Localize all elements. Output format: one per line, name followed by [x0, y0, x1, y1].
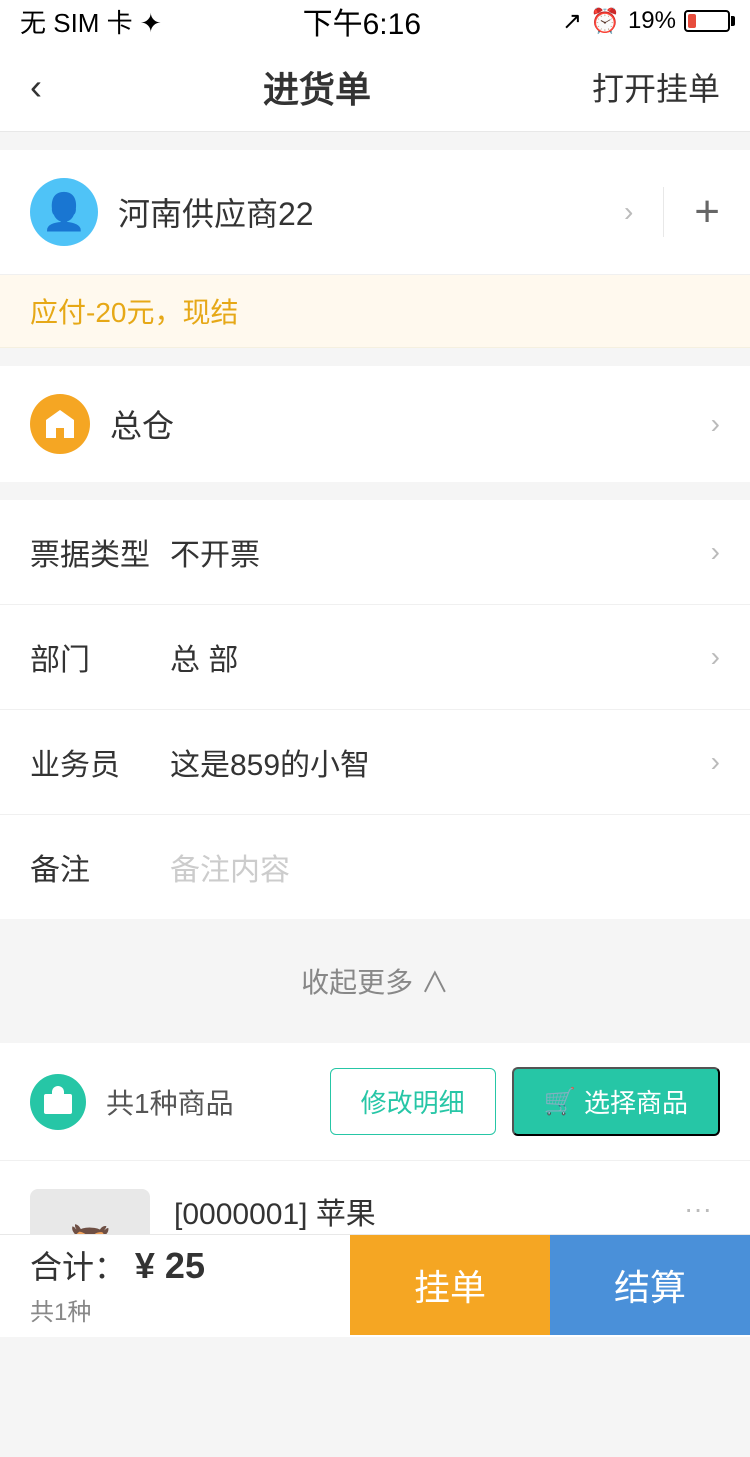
remark-label: 备注 [30, 845, 170, 889]
product-icon [30, 1074, 86, 1130]
battery-icon [684, 10, 730, 32]
product-more-button[interactable]: ··· [676, 1189, 720, 1229]
battery-percent: 19% [628, 7, 676, 35]
supplier-divider [663, 187, 664, 237]
product-title: 苹果 [316, 1198, 376, 1231]
salesman-row[interactable]: 业务员 这是859的小智 › [0, 710, 750, 815]
total-label: 合计： [30, 1249, 126, 1285]
invoice-label: 票据类型 [30, 530, 170, 574]
supplier-chevron-icon: › [624, 196, 633, 228]
warehouse-name: 总仓 [110, 401, 711, 447]
department-row[interactable]: 部门 总 部 › [0, 605, 750, 710]
select-product-label: 选择商品 [584, 1083, 688, 1120]
status-bar: 无 SIM 卡 ✦ 下午6:16 ↗ ⏰ 19% [0, 0, 750, 42]
collapse-button[interactable]: 收起更多 ∧ [0, 937, 750, 1025]
form-section: 票据类型 不开票 › 部门 总 部 › 业务员 这是859的小智 › 备注 备注… [0, 500, 750, 919]
remark-row[interactable]: 备注 备注内容 [0, 815, 750, 919]
warehouse-row[interactable]: 总仓 › [0, 366, 750, 482]
warehouse-icon [30, 394, 90, 454]
status-time: 下午6:16 [303, 0, 421, 43]
product-code: [0000001] [174, 1198, 307, 1231]
warehouse-section: 总仓 › [0, 366, 750, 482]
total-row: 合计： ¥ 25 [30, 1242, 320, 1288]
invoice-chevron-icon: › [711, 536, 720, 568]
back-button[interactable]: ‹ [30, 66, 42, 108]
supplier-row[interactable]: 👤 河南供应商22 › + [0, 150, 750, 275]
salesman-label: 业务员 [30, 740, 170, 784]
modify-detail-button[interactable]: 修改明细 [330, 1068, 496, 1135]
avatar-icon: 👤 [42, 191, 87, 233]
checkout-button[interactable]: 结算 [550, 1235, 750, 1335]
department-label: 部门 [30, 635, 170, 679]
add-supplier-button[interactable]: + [694, 187, 720, 237]
product-count-label: 共1种商品 [106, 1082, 330, 1122]
supplier-section: 👤 河南供应商22 › + 应付-20元，现结 [0, 150, 750, 348]
supplier-name: 河南供应商22 [118, 189, 624, 235]
status-left: 无 SIM 卡 ✦ [20, 3, 162, 40]
invoice-value: 不开票 [170, 530, 711, 574]
supplier-avatar: 👤 [30, 178, 98, 246]
product-name: [0000001] 苹果 [174, 1189, 676, 1233]
total-count: 共1种 [30, 1292, 320, 1327]
open-hang-button[interactable]: 打开挂单 [592, 64, 720, 110]
salesman-chevron-icon: › [711, 746, 720, 778]
hang-button[interactable]: 挂单 [350, 1235, 550, 1335]
page-title: 进货单 [263, 61, 371, 113]
product-header: 共1种商品 修改明细 🛒 选择商品 [0, 1043, 750, 1161]
alarm-icon: ⏰ [590, 7, 620, 36]
invoice-row[interactable]: 票据类型 不开票 › [0, 500, 750, 605]
remark-input[interactable]: 备注内容 [170, 845, 720, 889]
location-icon: ↗ [562, 7, 582, 36]
status-right: ↗ ⏰ 19% [562, 7, 730, 36]
select-product-button[interactable]: 🛒 选择商品 [512, 1067, 720, 1136]
salesman-value: 这是859的小智 [170, 740, 711, 784]
department-value: 总 部 [170, 635, 711, 679]
sim-status: 无 SIM 卡 ✦ [20, 3, 162, 40]
department-chevron-icon: › [711, 641, 720, 673]
payment-hint: 应付-20元，现结 [0, 275, 750, 348]
total-amount: ¥ 25 [135, 1245, 205, 1286]
warehouse-chevron-icon: › [711, 408, 720, 440]
cart-icon: 🛒 [544, 1086, 576, 1117]
nav-bar: ‹ 进货单 打开挂单 [0, 42, 750, 132]
bottom-summary: 合计： ¥ 25 共1种 挂单 结算 [0, 1234, 750, 1334]
summary-info: 合计： ¥ 25 共1种 [0, 1242, 350, 1327]
